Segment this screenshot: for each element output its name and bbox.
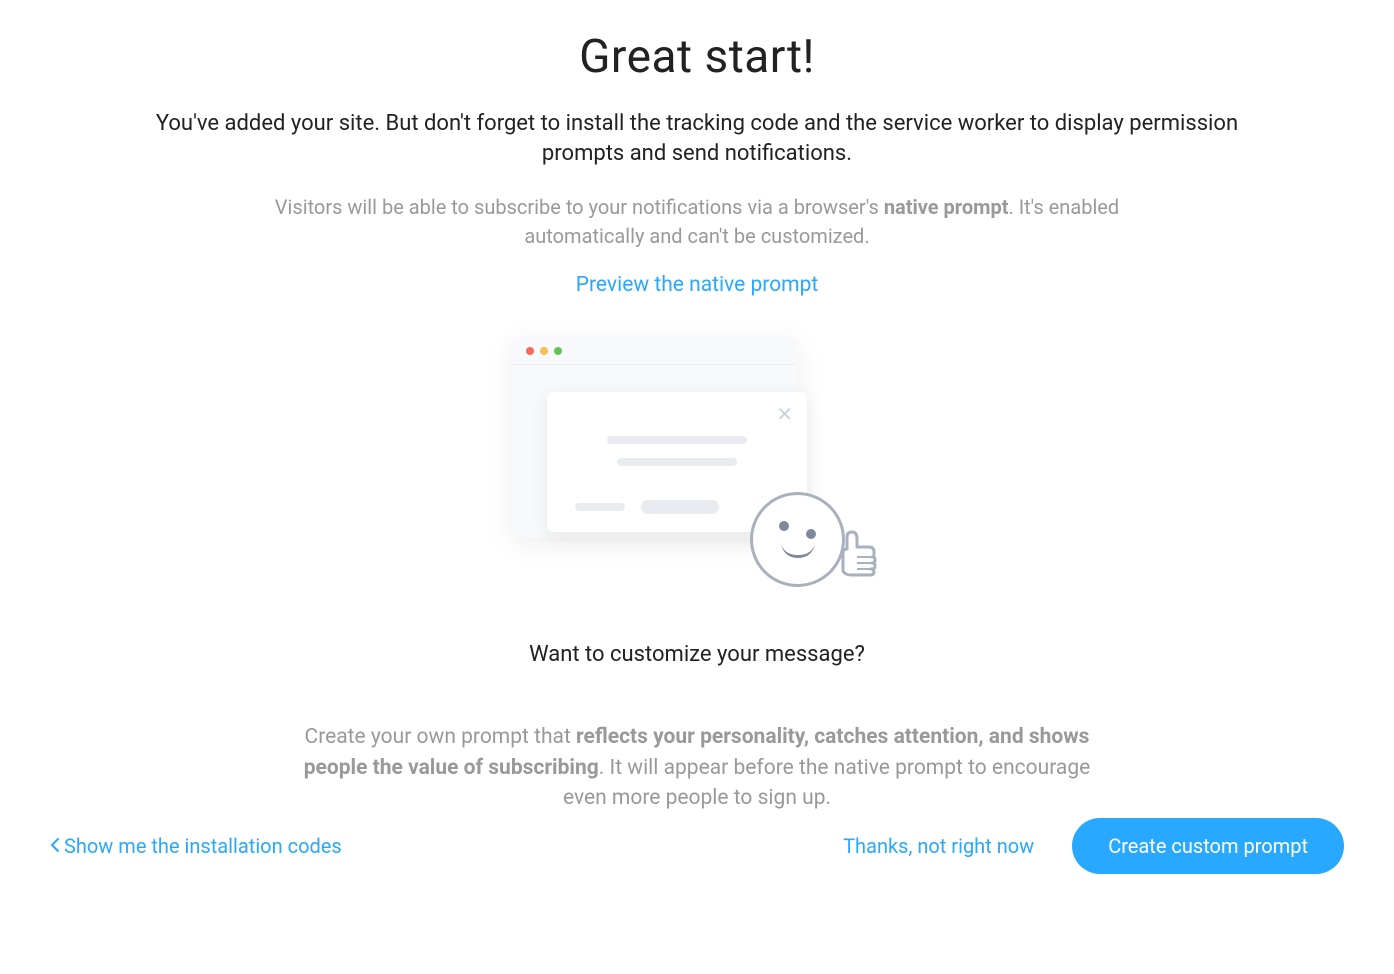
smiley-thumbs-up-icon [750,492,877,587]
button-placeholder [641,500,719,514]
traffic-light-close-icon [526,347,534,355]
info-bold: native prompt [884,195,1009,219]
page-subtitle: You've added your site. But don't forget… [147,109,1247,168]
button-placeholder [575,503,625,511]
customize-description: Create your own prompt that reflects you… [282,722,1112,813]
close-icon: ✕ [776,404,793,424]
customize-suffix: . It will appear before the native promp… [563,756,1090,810]
prompt-illustration: ✕ [512,337,882,587]
traffic-light-minimize-icon [540,347,548,355]
native-prompt-info: Visitors will be able to subscribe to yo… [217,193,1177,251]
chevron-left-icon [50,834,60,858]
browser-header [512,337,797,365]
text-placeholder-line [617,458,737,466]
preview-native-prompt-link[interactable]: Preview the native prompt [576,273,819,297]
create-custom-prompt-button[interactable]: Create custom prompt [1072,818,1344,874]
show-installation-codes-link[interactable]: Show me the installation codes [50,834,342,858]
page-title: Great start! [0,30,1394,84]
traffic-light-maximize-icon [554,347,562,355]
skip-button[interactable]: Thanks, not right now [843,834,1034,858]
text-placeholder-line [607,436,747,444]
info-prefix: Visitors will be able to subscribe to yo… [275,195,884,219]
back-link-label: Show me the installation codes [64,834,342,858]
customize-prefix: Create your own prompt that [305,725,577,749]
customize-heading: Want to customize your message? [0,642,1394,667]
